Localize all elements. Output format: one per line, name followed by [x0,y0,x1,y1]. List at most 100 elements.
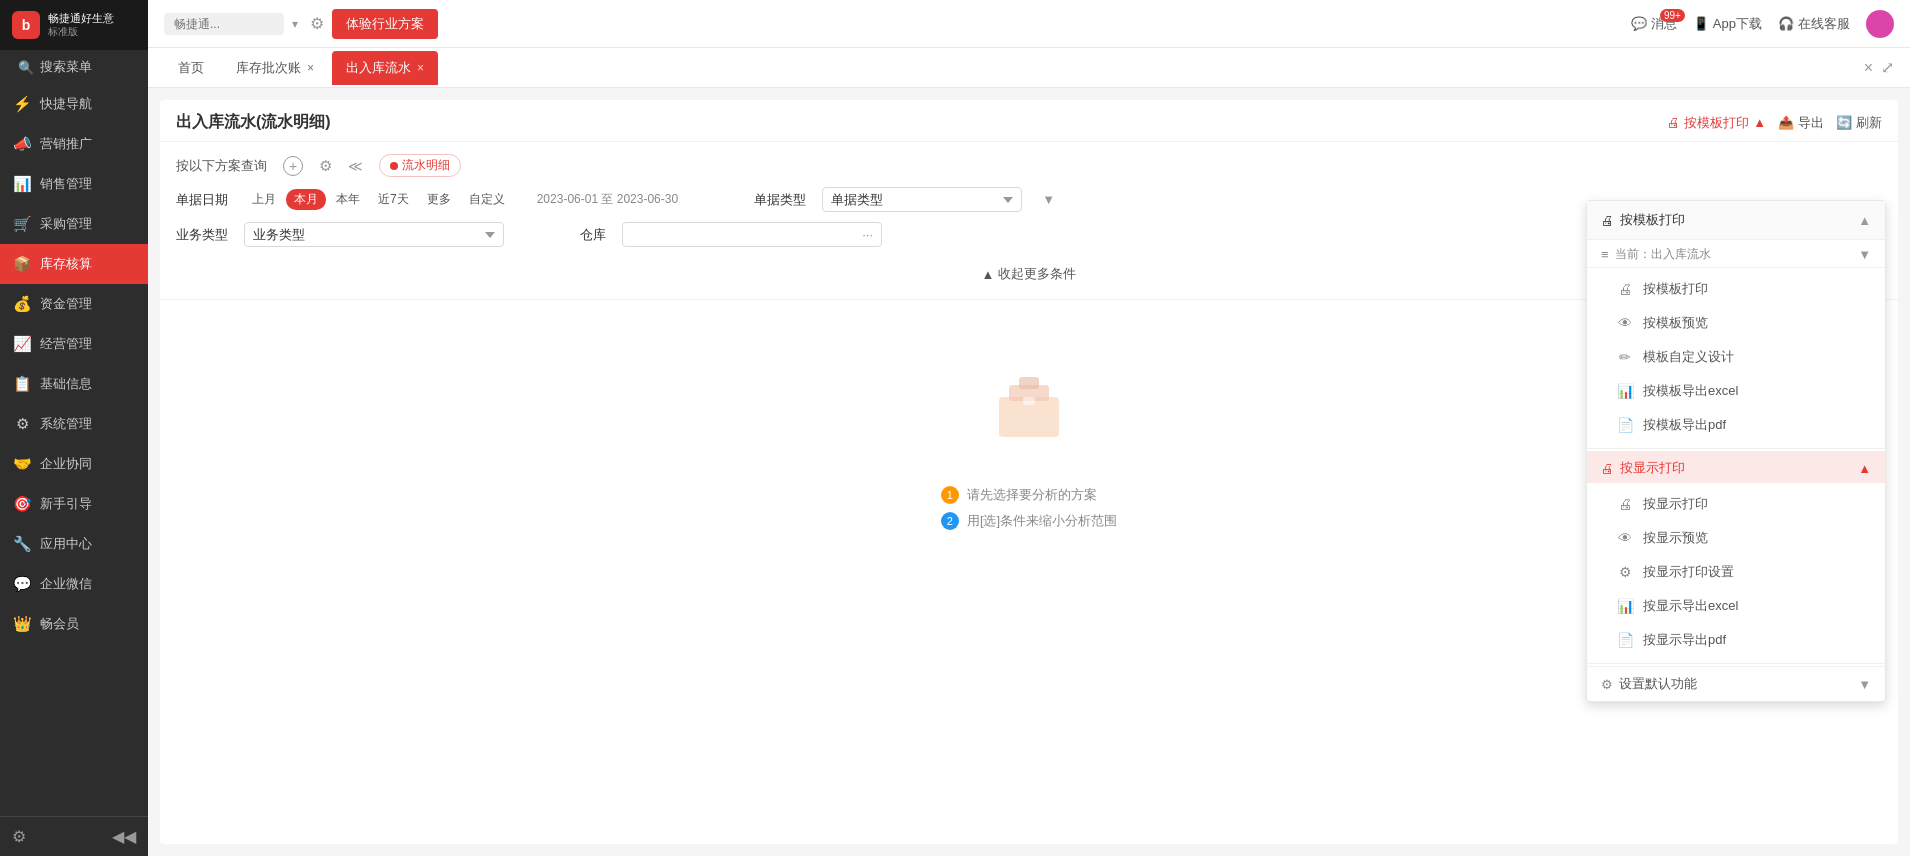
doc-type-select[interactable]: 单据类型 [822,187,1022,212]
date-tag-7days[interactable]: 近7天 [370,189,417,210]
template-preview-label: 按模板预览 [1643,314,1708,332]
dropdown-item-display-pdf[interactable]: 📄 按显示导出pdf [1587,623,1885,657]
logo-icon: b [12,11,40,39]
dropdown-current-arrow[interactable]: ▼ [1858,247,1871,262]
dropdown-divider-2 [1587,663,1885,664]
user-avatar[interactable] [1866,10,1894,38]
sidebar-item-operations[interactable]: 📈 经营管理 [0,324,148,364]
sidebar-item-label: 企业微信 [40,575,92,593]
date-tag-more[interactable]: 更多 [419,189,459,210]
tab-batch-account[interactable]: 库存批次账 × [222,51,328,85]
headset-icon: 🎧 [1778,16,1794,31]
date-tag-this-month[interactable]: 本月 [286,189,326,210]
sidebar-item-label: 采购管理 [40,215,92,233]
filter-active-tag[interactable]: 流水明细 [379,154,461,177]
dropdown-item-display-print[interactable]: 🖨 按显示打印 [1587,487,1885,521]
filter-collapse-btn[interactable]: ≪ [348,158,363,174]
display-pdf-label: 按显示导出pdf [1643,631,1726,649]
tab-inout-flow[interactable]: 出入库流水 × [332,51,438,85]
sidebar-item-guide[interactable]: 🎯 新手引导 [0,484,148,524]
step-2-text: 用[选]条件来缩小分析范围 [967,508,1117,534]
warehouse-input[interactable]: ··· [622,222,882,247]
breadcrumb-dropdown-icon[interactable]: ▾ [292,17,298,31]
doc-type-more-icon[interactable]: ▼ [1042,192,1055,207]
biz-type-label: 业务类型 [176,226,228,244]
refresh-action-btn[interactable]: 🔄 刷新 [1836,114,1882,132]
sidebar-item-basic[interactable]: 📋 基础信息 [0,364,148,404]
message-icon: 💬 [1631,16,1647,31]
export-action-btn[interactable]: 📤 导出 [1778,114,1824,132]
export-icon: 📤 [1778,115,1794,130]
breadcrumb-input[interactable] [164,13,284,35]
display-section-arrow[interactable]: ▲ [1858,461,1871,476]
collapse-more-btn[interactable]: ▲ 收起更多条件 [982,261,1077,287]
sidebar-item-quick-nav[interactable]: ⚡ 快捷导航 [0,84,148,124]
warehouse-more-btn[interactable]: ··· [862,227,873,242]
tab-close-window-btn[interactable]: × [1864,59,1873,77]
doc-type-label: 单据类型 [754,191,806,209]
print-dropdown-arrow[interactable]: ▲ [1753,115,1766,130]
step-1-num: 1 [941,486,959,504]
sidebar-item-purchase[interactable]: 🛒 采购管理 [0,204,148,244]
collapse-sidebar-icon[interactable]: ◀◀ [112,827,136,846]
default-func-arrow[interactable]: ▼ [1858,677,1871,692]
display-pdf-icon: 📄 [1617,632,1633,648]
date-tag-last-month[interactable]: 上月 [244,189,284,210]
sidebar-item-marketing[interactable]: 📣 营销推广 [0,124,148,164]
empty-icon [989,367,1069,466]
dropdown-display-header: 🖨 按显示打印 ▲ [1587,451,1885,483]
dropdown-divider-1 [1587,448,1885,449]
operations-icon: 📈 [12,334,32,354]
empty-steps: 1 请先选择要分析的方案 2 用[选]条件来缩小分析范围 [941,482,1117,534]
tab-home[interactable]: 首页 [164,51,218,85]
online-support-action[interactable]: 🎧 在线客服 [1778,15,1850,33]
sidebar-item-label: 销售管理 [40,175,92,193]
sidebar-item-wechat[interactable]: 💬 企业微信 [0,564,148,604]
filter-by-label: 按以下方案查询 [176,157,267,175]
dropdown-item-template-excel[interactable]: 📊 按模板导出excel [1587,374,1885,408]
tab-inout-flow-close[interactable]: × [417,61,424,75]
sidebar-search[interactable]: 🔍 搜索菜单 [0,50,148,84]
display-settings-label: 按显示打印设置 [1643,563,1734,581]
appcenter-icon: 🔧 [12,534,32,554]
dropdown-panel-header: 🖨 按模板打印 ▲ [1587,201,1885,240]
filter-add-btn[interactable]: + [283,156,303,176]
sidebar-item-inventory[interactable]: 📦 库存核算 [0,244,148,284]
dropdown-item-template-print[interactable]: 🖨 按模板打印 [1587,272,1885,306]
sidebar-item-sales[interactable]: 📊 销售管理 [0,164,148,204]
template-pdf-label: 按模板导出pdf [1643,416,1726,434]
sidebar-item-system[interactable]: ⚙ 系统管理 [0,404,148,444]
dropdown-item-display-preview[interactable]: 👁 按显示预览 [1587,521,1885,555]
date-tag-group: 上月 本月 本年 近7天 更多 自定义 [244,189,513,210]
sidebar-item-collab[interactable]: 🤝 企业协同 [0,444,148,484]
settings-icon[interactable]: ⚙ [12,827,26,846]
biz-type-select[interactable]: 业务类型 [244,222,504,247]
dropdown-item-display-settings[interactable]: ⚙ 按显示打印设置 [1587,555,1885,589]
tab-expand-btn[interactable]: ⤢ [1881,58,1894,77]
dropdown-collapse-icon[interactable]: ▲ [1858,213,1871,228]
date-tag-this-year[interactable]: 本年 [328,189,368,210]
dropdown-item-template-pdf[interactable]: 📄 按模板导出pdf [1587,408,1885,442]
warehouse-label: 仓库 [580,226,606,244]
industry-btn[interactable]: 体验行业方案 [332,9,438,39]
header-gear-icon[interactable]: ⚙ [310,14,324,33]
dropdown-footer-title: ⚙ 设置默认功能 [1601,675,1697,693]
dropdown-item-display-excel[interactable]: 📊 按显示导出excel [1587,589,1885,623]
date-tag-custom[interactable]: 自定义 [461,189,513,210]
sidebar-item-appcenter[interactable]: 🔧 应用中心 [0,524,148,564]
filter-gear-btn[interactable]: ⚙ [319,157,332,175]
dropdown-item-template-design[interactable]: ✏ 模板自定义设计 [1587,340,1885,374]
basic-icon: 📋 [12,374,32,394]
tab-batch-account-close[interactable]: × [307,61,314,75]
chevron-up-icon: ▲ [982,267,995,282]
print-header-icon: 🖨 [1601,213,1614,228]
messages-action[interactable]: 💬 消息 99+ [1631,15,1677,33]
dropdown-item-template-preview[interactable]: 👁 按模板预览 [1587,306,1885,340]
tab-inout-flow-label: 出入库流水 [346,59,411,77]
print-action-btn[interactable]: 🖨 按模板打印 ▲ [1667,114,1766,132]
sidebar-item-member[interactable]: 👑 畅会员 [0,604,148,644]
tabs-bar: 首页 库存批次账 × 出入库流水 × × ⤢ [148,48,1910,88]
sidebar-item-finance[interactable]: 💰 资金管理 [0,284,148,324]
app-download-action[interactable]: 📱 App下载 [1693,15,1762,33]
display-excel-icon: 📊 [1617,598,1633,614]
